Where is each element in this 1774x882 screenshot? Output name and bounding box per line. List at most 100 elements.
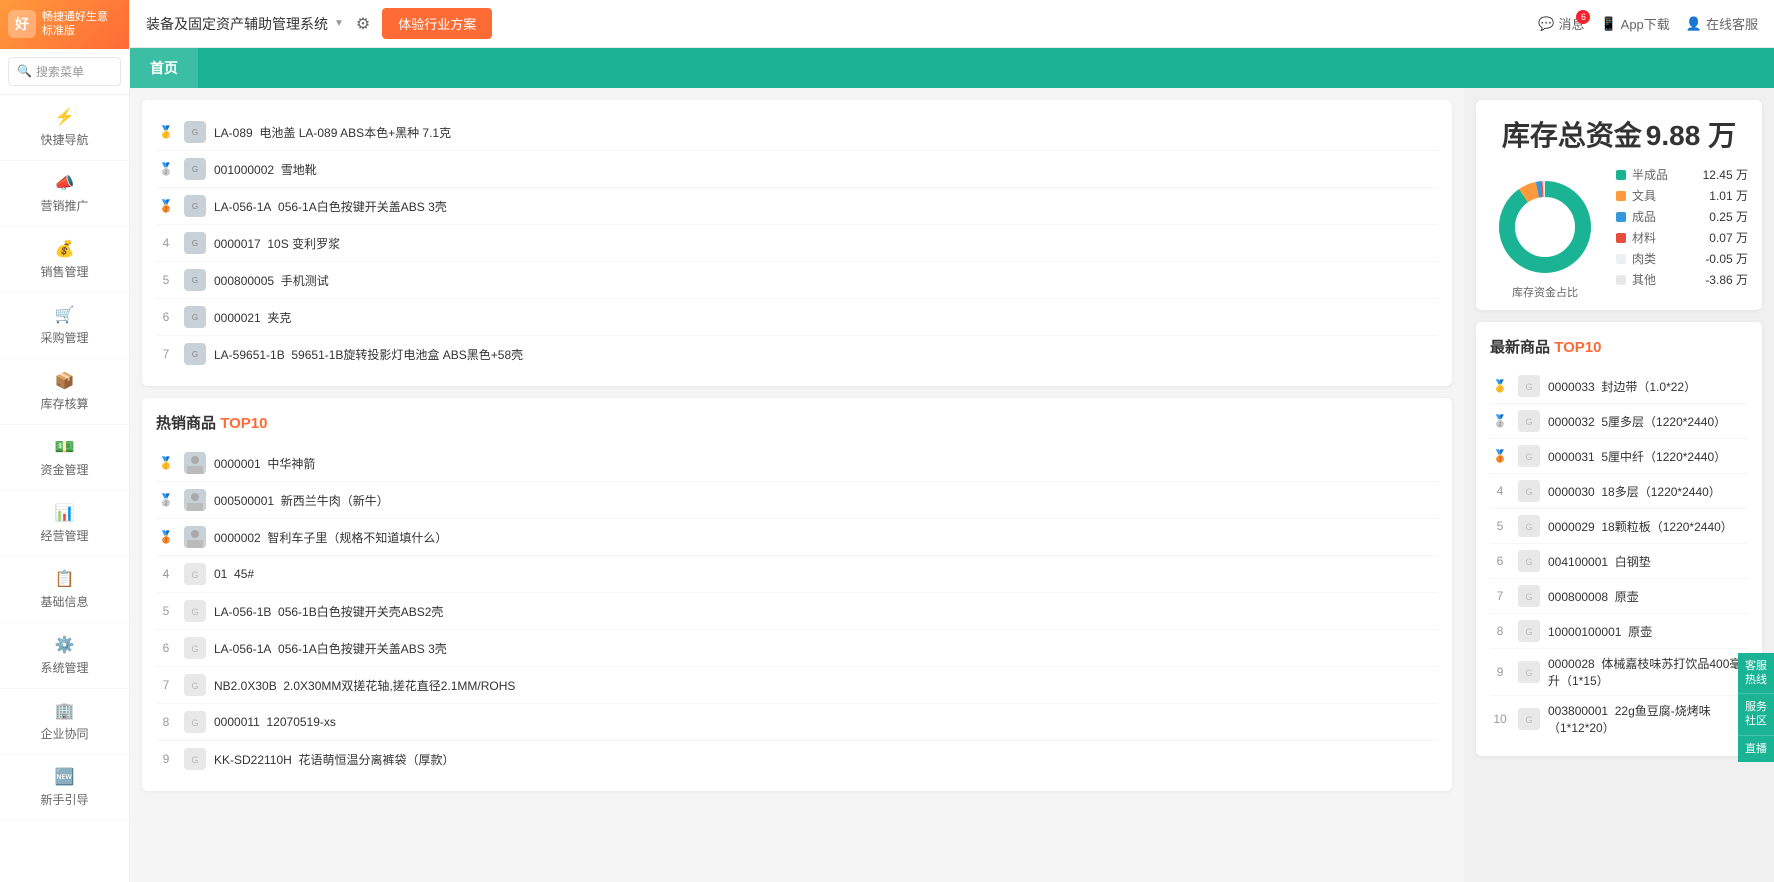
sidebar-item-inventory[interactable]: 📦 库存核算: [0, 359, 129, 425]
float-button[interactable]: 服务 社区: [1738, 694, 1774, 736]
legend-value: 0.25 万: [1709, 208, 1748, 225]
float-button[interactable]: 直播: [1738, 736, 1774, 762]
rank-number: 🥉: [156, 530, 176, 544]
rank-number: 6: [1490, 554, 1510, 568]
search-menu-button[interactable]: 🔍 搜索菜单: [8, 57, 121, 86]
chevron-down-icon: ▼: [334, 18, 344, 29]
legend-item: 肉类 -0.05 万: [1616, 250, 1748, 267]
product-name: 0000028 体械嘉枝味苏打饮品400毫升（1*15）: [1548, 655, 1748, 689]
trial-button[interactable]: 体验行业方案: [382, 8, 492, 39]
topbar: 装备及固定资产辅助管理系统 ▼ ⚙ 体验行业方案 💬 消息 6 📱 App下载 …: [130, 0, 1774, 48]
rank-number: 🥉: [156, 199, 176, 213]
product-name: LA-056-1A 056-1A白色按键开关盖ABS 3壳: [214, 198, 1438, 215]
rank-number: 4: [1490, 484, 1510, 498]
hot-list-item: 8 G 0000011 12070519-xs: [156, 704, 1438, 741]
content-area: 🥇 G LA-089 电池盖 LA-089 ABS本色+黑种 7.1克 🥈 G …: [130, 88, 1774, 882]
product-thumb: G: [184, 563, 206, 585]
inventory-legend: 半成品 12.45 万 文具 1.01 万 成品 0.25 万 材料 0.07 …: [1616, 166, 1748, 288]
rank-number: 10: [1490, 712, 1510, 726]
hot-list-item: 4 G 01 45#: [156, 556, 1438, 593]
app-logo: 好 畅捷通好生意 标准版: [0, 0, 129, 49]
float-button[interactable]: 客服 热线: [1738, 653, 1774, 695]
legend-name: 材料: [1632, 229, 1703, 246]
svg-text:G: G: [192, 239, 198, 248]
content-middle: 🥇 G LA-089 电池盖 LA-089 ABS本色+黑种 7.1克 🥈 G …: [130, 88, 1464, 882]
topbar-actions: 💬 消息 6 📱 App下载 👤 在线客服: [1538, 14, 1758, 33]
product-name: 0000033 封边带（1.0*22）: [1548, 378, 1748, 395]
product-thumb: G: [1518, 410, 1540, 432]
rank-number: 9: [1490, 665, 1510, 679]
purchase-icon: 🛒: [55, 305, 75, 325]
phone-icon: 📱: [1600, 16, 1616, 32]
legend-color-dot: [1616, 170, 1626, 180]
product-name: 0000032 5厘多层（1220*2440）: [1548, 413, 1748, 430]
rank-number: 5: [156, 273, 176, 287]
sidebar-item-enterprise[interactable]: 🏢 企业协同: [0, 689, 129, 755]
rank-number: 🥇: [1490, 379, 1510, 393]
svg-text:G: G: [192, 350, 198, 359]
product-thumb: G: [184, 232, 206, 254]
inventory-total: 库存总资金 9.88 万: [1490, 114, 1748, 154]
rank-number: 7: [1490, 589, 1510, 603]
newest-list-item: 6 G 004100001 白钢垫: [1490, 544, 1748, 579]
product-thumb: G: [184, 121, 206, 143]
product-thumb: G: [184, 637, 206, 659]
legend-color-dot: [1616, 233, 1626, 243]
online-service-button[interactable]: 👤 在线客服: [1686, 14, 1758, 33]
product-name: LA-59651-1B 59651-1B旋转投影灯电池盒 ABS黑色+58壳: [214, 346, 1438, 363]
product-thumb: G: [184, 343, 206, 365]
product-thumb: G: [184, 158, 206, 180]
product-thumb: [184, 526, 206, 548]
newest-list-item: 5 G 0000029 18颗粒板（1220*2440）: [1490, 509, 1748, 544]
rank-number: 4: [156, 236, 176, 250]
main-area: 装备及固定资产辅助管理系统 ▼ ⚙ 体验行业方案 💬 消息 6 📱 App下载 …: [130, 0, 1774, 882]
product-name: 0000011 12070519-xs: [214, 715, 1438, 729]
sidebar-item-system[interactable]: ⚙️ 系统管理: [0, 623, 129, 689]
legend-name: 文具: [1632, 187, 1703, 204]
product-name: LA-056-1A 056-1A白色按键开关盖ABS 3壳: [214, 640, 1438, 657]
rank-number: 8: [1490, 624, 1510, 638]
product-name: 000800008 原壶: [1548, 588, 1748, 605]
hot-products-title: 热销商品 TOP10: [156, 412, 1438, 433]
product-thumb: G: [184, 674, 206, 696]
sidebar-item-operations[interactable]: 📊 经营管理: [0, 491, 129, 557]
legend-name: 半成品: [1632, 166, 1697, 183]
product-thumb: G: [1518, 661, 1540, 683]
product-thumb: G: [1518, 515, 1540, 537]
svg-text:G: G: [192, 276, 198, 285]
system-selector[interactable]: 装备及固定资产辅助管理系统 ▼: [146, 14, 344, 34]
tab-home[interactable]: 首页: [130, 48, 198, 88]
product-name: LA-056-1B 056-1B白色按键开关壳ABS2壳: [214, 603, 1438, 620]
legend-value: -0.05 万: [1705, 250, 1748, 267]
sidebar-item-quicknav[interactable]: ⚡ 快捷导航: [0, 95, 129, 161]
message-icon: 💬: [1538, 16, 1554, 32]
sidebar-item-guide[interactable]: 🆕 新手引导: [0, 755, 129, 821]
guide-icon: 🆕: [55, 767, 75, 787]
rank-number: 8: [156, 715, 176, 729]
hot-list-item: 5 G LA-056-1B 056-1B白色按键开关壳ABS2壳: [156, 593, 1438, 630]
sidebar-item-sales[interactable]: 💰 销售管理: [0, 227, 129, 293]
newest-title: 最新商品 TOP10: [1490, 336, 1748, 357]
nav-tabs: 首页: [130, 48, 1774, 88]
svg-text:G: G: [1525, 627, 1532, 637]
product-thumb: G: [1518, 550, 1540, 572]
sidebar-item-purchase[interactable]: 🛒 采购管理: [0, 293, 129, 359]
hot-products-list: 🥇 0000001 中华神箭 🥈 000500001 新西兰牛肉（新牛） 🥉 0…: [156, 445, 1438, 777]
settings-icon[interactable]: ⚙: [356, 14, 370, 34]
sold-list-item: 🥈 G 001000002 雪地靴: [156, 151, 1438, 188]
product-name: 0000002 智利车子里（规格不知道填什么）: [214, 529, 1438, 546]
app-download-button[interactable]: 📱 App下载: [1600, 14, 1669, 33]
product-thumb: G: [184, 600, 206, 622]
logo-icon: 好: [8, 10, 36, 38]
legend-color-dot: [1616, 275, 1626, 285]
content-right: 库存总资金 9.88 万: [1464, 88, 1774, 882]
sidebar-item-finance[interactable]: 💵 资金管理: [0, 425, 129, 491]
legend-value: 0.07 万: [1709, 229, 1748, 246]
basic-icon: 📋: [55, 569, 75, 589]
rank-number: 🥇: [156, 456, 176, 470]
svg-text:G: G: [192, 313, 198, 322]
svg-text:G: G: [192, 128, 198, 137]
sidebar-item-basic[interactable]: 📋 基础信息: [0, 557, 129, 623]
message-button[interactable]: 💬 消息 6: [1538, 14, 1584, 33]
sidebar-item-marketing[interactable]: 📣 营销推广: [0, 161, 129, 227]
